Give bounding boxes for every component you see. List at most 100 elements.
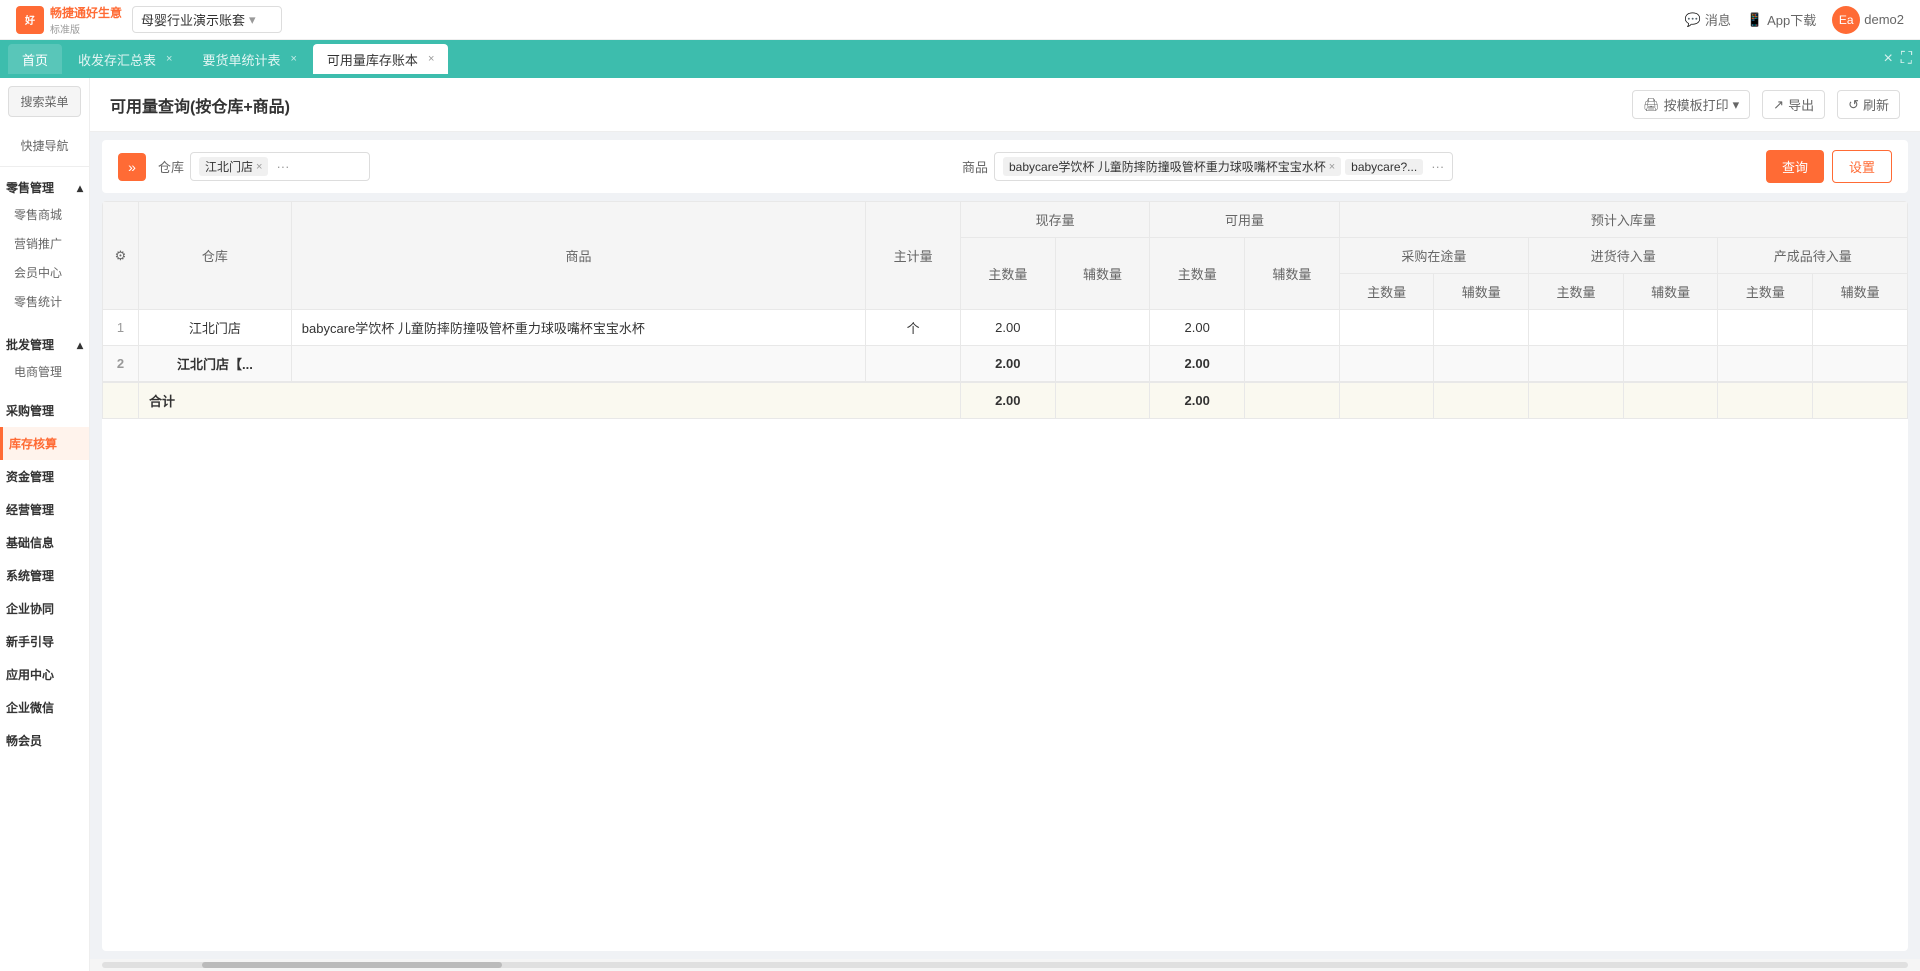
- sidebar-item-new-guide[interactable]: 新手引导: [6, 629, 83, 654]
- row-1-index: 1: [103, 310, 139, 346]
- sidebar-section-app-center: 应用中心: [0, 658, 89, 691]
- expand-filter-button[interactable]: »: [118, 153, 146, 181]
- footer-incoming-main: [1529, 382, 1624, 419]
- user-profile[interactable]: Ea demo2: [1832, 6, 1904, 34]
- refresh-button[interactable]: ↺ 刷新: [1837, 90, 1900, 119]
- warehouse-more-icon[interactable]: ···: [276, 159, 289, 174]
- store-selector[interactable]: 母婴行业演示账套 ▾: [132, 6, 282, 33]
- inventory-table: ⚙ 仓库 商品 主计量 现存量 可用量 预计入库量 主数量 辅数量 主数量 辅数…: [102, 201, 1908, 419]
- sidebar-item-enterprise-wechat[interactable]: 企业微信: [6, 695, 83, 720]
- tab-receivables-close[interactable]: ×: [166, 53, 172, 65]
- top-bar-right: 💬 消息 📱 App下载 Ea demo2: [1685, 6, 1904, 34]
- tab-available-inventory-label: 可用量库存账本: [327, 50, 418, 69]
- th-incoming-main: 主数量: [1529, 274, 1624, 310]
- th-settings[interactable]: ⚙: [103, 202, 139, 310]
- row-1-purchase-transit-aux: [1434, 310, 1529, 346]
- export-button[interactable]: ↗ 导出: [1762, 90, 1825, 119]
- sidebar-item-inventory-management[interactable]: 库存核算: [9, 431, 83, 456]
- scroll-thumb[interactable]: [202, 962, 502, 968]
- sidebar-item-finance[interactable]: 资金管理: [6, 464, 83, 489]
- download-action[interactable]: 📱 App下载: [1747, 10, 1816, 29]
- sidebar-item-marketing[interactable]: 营销推广: [6, 229, 83, 258]
- sidebar-item-system[interactable]: 系统管理: [6, 563, 83, 588]
- th-purchase-transit-aux: 辅数量: [1434, 274, 1529, 310]
- footer-label: 合计: [139, 382, 961, 419]
- row-1-current-main: 2.00: [960, 310, 1055, 346]
- print-chevron-icon: ▾: [1733, 97, 1740, 113]
- th-available: 可用量: [1150, 202, 1339, 238]
- column-settings-icon[interactable]: ⚙: [115, 248, 127, 263]
- row-2-available-aux: [1245, 346, 1340, 383]
- sidebar-section-purchase: 采购管理: [0, 394, 89, 427]
- message-action[interactable]: 💬 消息: [1685, 10, 1731, 29]
- tab-receivables[interactable]: 收发存汇总表 ×: [64, 44, 186, 74]
- scroll-bar-area: [90, 959, 1920, 971]
- tab-available-inventory[interactable]: 可用量库存账本 ×: [313, 44, 448, 74]
- th-current-stock: 现存量: [960, 202, 1149, 238]
- logo-area: 好 畅捷通好生意 标准版: [16, 4, 122, 36]
- search-menu-button[interactable]: 搜索菜单: [8, 86, 81, 117]
- print-button[interactable]: 🖨 按模板打印 ▾: [1632, 90, 1750, 119]
- sidebar-item-enterprise-collab[interactable]: 企业协同: [6, 596, 83, 621]
- footer-available-main: 2.00: [1150, 382, 1245, 419]
- sidebar-item-quick-nav[interactable]: 快捷导航: [6, 129, 83, 162]
- horizontal-scrollbar[interactable]: [102, 962, 1908, 968]
- th-incoming-aux: 辅数量: [1623, 274, 1718, 310]
- th-available-main: 主数量: [1150, 238, 1245, 310]
- footer-current-main: 2.00: [960, 382, 1055, 419]
- tab-available-inventory-close[interactable]: ×: [428, 53, 434, 65]
- sidebar-section-wholesale: 批发管理 ▴ 电商管理: [0, 324, 89, 394]
- th-product-pending: 产成品待入量: [1718, 238, 1908, 274]
- th-warehouse: 仓库: [139, 202, 292, 310]
- close-tab-icon[interactable]: ×: [1883, 50, 1892, 68]
- refresh-label: 刷新: [1863, 95, 1889, 114]
- row-2-unit: [866, 346, 961, 383]
- product-filter-label: 商品: [962, 157, 988, 176]
- nav-tabs-right: × ⛶: [1883, 50, 1912, 68]
- sidebar-item-vip-member[interactable]: 畅会员: [6, 728, 83, 753]
- sidebar-section-wholesale-header[interactable]: 批发管理 ▴: [6, 332, 83, 357]
- product-tag-1-close[interactable]: ×: [1329, 161, 1335, 173]
- sidebar-search-area: 搜索菜单: [0, 78, 89, 125]
- tab-home[interactable]: 首页: [8, 44, 62, 74]
- row-1-product-aux: [1813, 310, 1908, 346]
- nav-tabs: 首页 收发存汇总表 × 要货单统计表 × 可用量库存账本 × × ⛶: [0, 40, 1920, 78]
- sidebar-section-retail-header[interactable]: 零售管理 ▴: [6, 175, 83, 200]
- print-icon: 🖨: [1643, 97, 1660, 113]
- sidebar-section-system: 系统管理: [0, 559, 89, 592]
- wholesale-management-label: 批发管理: [6, 336, 54, 353]
- th-current-aux: 辅数量: [1055, 238, 1150, 310]
- sidebar-item-basic-info[interactable]: 基础信息: [6, 530, 83, 555]
- top-bar-left: 好 畅捷通好生意 标准版 母婴行业演示账套 ▾: [16, 4, 282, 36]
- warehouse-filter-input[interactable]: 江北门店 × ···: [190, 152, 370, 181]
- user-name: demo2: [1864, 12, 1904, 27]
- sidebar-section-retail: 零售管理 ▴ 零售商城 营销推广 会员中心 零售统计: [0, 167, 89, 324]
- sidebar-item-retail-stats[interactable]: 零售统计: [6, 287, 83, 316]
- sidebar-item-app-center[interactable]: 应用中心: [6, 662, 83, 687]
- sidebar-section-guide: 新手引导: [0, 625, 89, 658]
- sidebar-item-operation[interactable]: 经营管理: [6, 497, 83, 522]
- sidebar-item-purchase-management[interactable]: 采购管理: [6, 398, 83, 423]
- finance-label: 资金管理: [6, 468, 54, 485]
- message-icon: 💬: [1685, 12, 1701, 28]
- sidebar-item-ecommerce[interactable]: 电商管理: [6, 357, 83, 386]
- avatar-text: Ea: [1839, 13, 1854, 27]
- product-more-icon[interactable]: ···: [1431, 159, 1444, 174]
- product-tag-1: babycare学饮杯 儿童防摔防撞吸管杯重力球吸嘴杯宝宝水杯 ×: [1003, 157, 1341, 176]
- row-2-incoming-aux: [1623, 346, 1718, 383]
- row-2-incoming-main: [1529, 346, 1624, 383]
- settings-button[interactable]: 设置: [1832, 150, 1892, 183]
- row-1-incoming-aux: [1623, 310, 1718, 346]
- sidebar-item-retail-mall[interactable]: 零售商城: [6, 200, 83, 229]
- tab-orders[interactable]: 要货单统计表 ×: [188, 44, 310, 74]
- product-filter-input[interactable]: babycare学饮杯 儿童防摔防撞吸管杯重力球吸嘴杯宝宝水杯 × babyca…: [994, 152, 1453, 181]
- row-2-current-main: 2.00: [960, 346, 1055, 383]
- query-button[interactable]: 查询: [1766, 150, 1824, 183]
- tab-orders-close[interactable]: ×: [290, 53, 296, 65]
- sidebar-item-membership[interactable]: 会员中心: [6, 258, 83, 287]
- sidebar-section-basic-info: 基础信息: [0, 526, 89, 559]
- row-1-available-aux: [1245, 310, 1340, 346]
- fullscreen-icon[interactable]: ⛶: [1901, 50, 1912, 68]
- warehouse-tag-close[interactable]: ×: [256, 161, 262, 173]
- main-layout: 搜索菜单 快捷导航 零售管理 ▴ 零售商城 营销推广 会员中心 零售统计 批发管…: [0, 78, 1920, 971]
